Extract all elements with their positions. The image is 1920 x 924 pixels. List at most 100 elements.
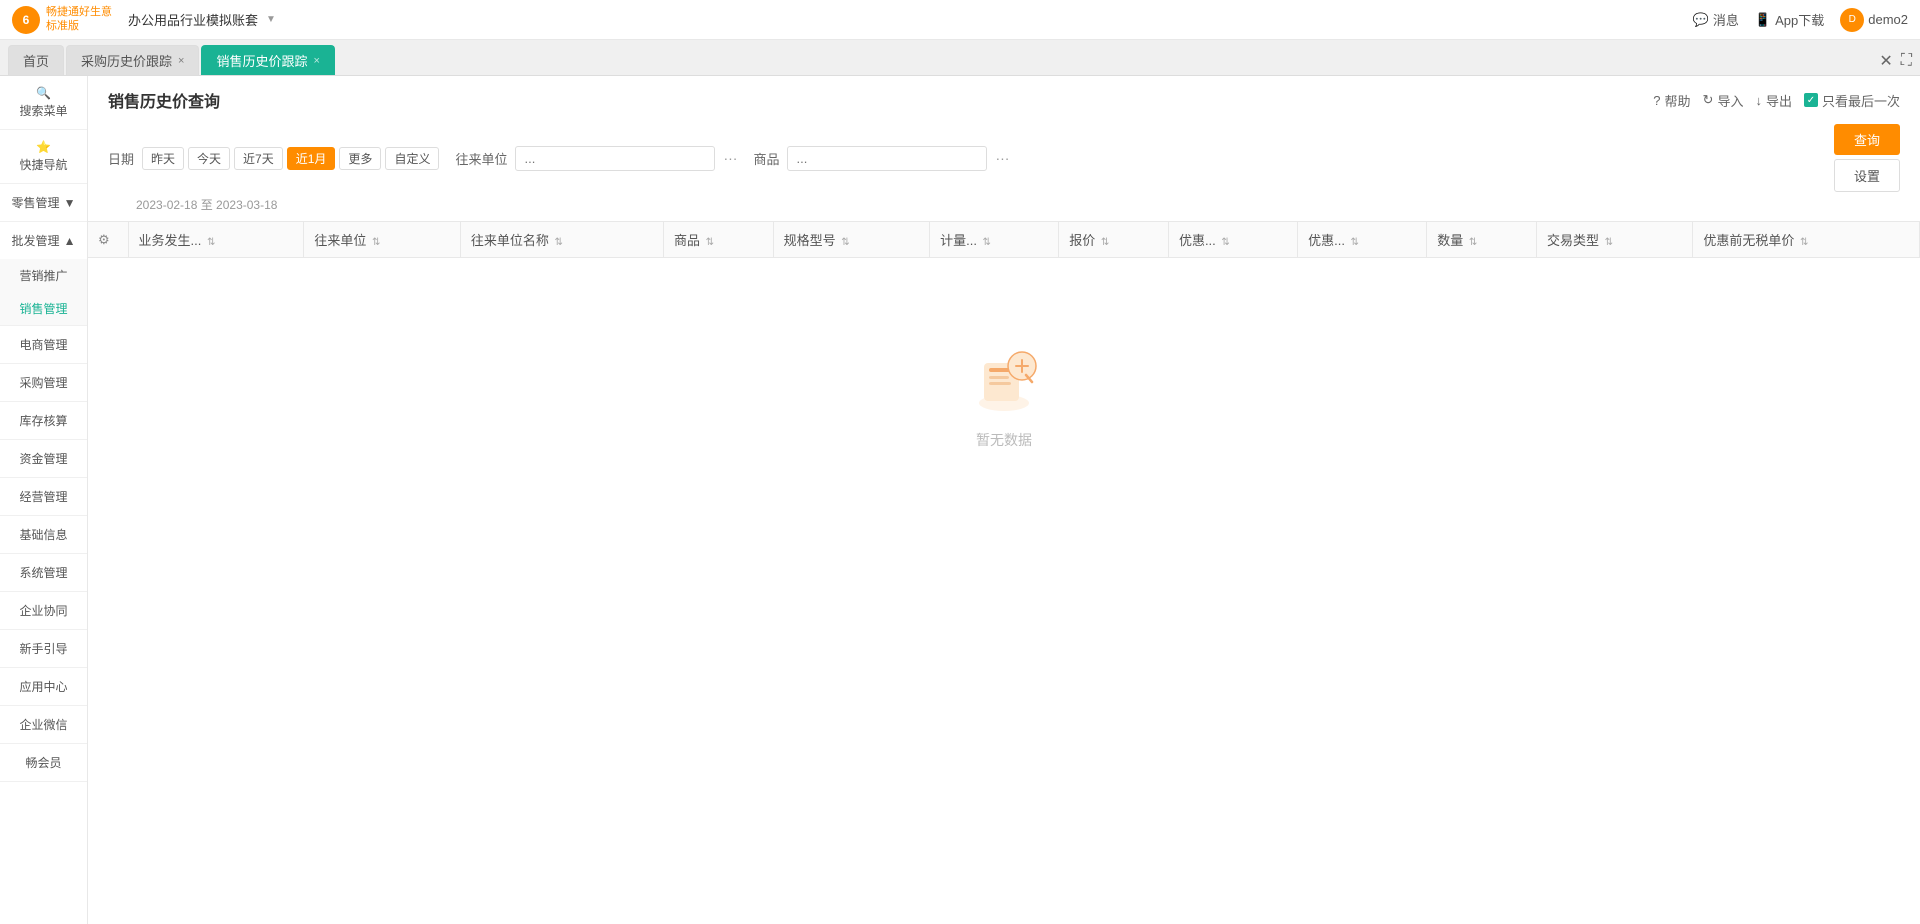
app-download-button[interactable]: 📱 App下载 bbox=[1755, 10, 1824, 29]
wholesale-expand-icon: ▲ bbox=[64, 234, 76, 248]
sidebar-retail-mgmt: 零售管理 ▼ bbox=[0, 184, 87, 222]
wholesale-submenu: 营销推广 销售管理 bbox=[0, 259, 87, 325]
top-bar-left: 6 畅捷通好生意 标准版 办公用品行业模拟账套 ▼ bbox=[12, 6, 276, 34]
sidebar-item-basic-info[interactable]: 基础信息 bbox=[0, 516, 87, 554]
import-button[interactable]: ↻ 导入 bbox=[1703, 91, 1744, 110]
sidebar-item-quick-nav[interactable]: ⭐ 快捷导航 bbox=[0, 130, 87, 184]
tab-close-all-button[interactable]: ✕ bbox=[1879, 51, 1892, 71]
only-last-checkbox[interactable]: ✓ bbox=[1804, 93, 1818, 107]
partner-filter-group: 往来单位 ··· bbox=[455, 146, 737, 171]
date-btn-1month[interactable]: 近1月 bbox=[287, 147, 336, 170]
sidebar-item-search-menu[interactable]: 🔍 搜索菜单 bbox=[0, 76, 87, 130]
sidebar-item-finance-mgmt[interactable]: 资金管理 bbox=[0, 440, 87, 478]
sidebar-item-inventory-check[interactable]: 库存核算 bbox=[0, 402, 87, 440]
sort-partner-name-icon[interactable]: ⇅ bbox=[554, 237, 562, 248]
product-filter-group: 商品 ··· bbox=[753, 146, 1009, 171]
top-bar-right: 💬 消息 📱 App下载 D demo2 bbox=[1693, 8, 1908, 32]
tab-expand-button[interactable]: ⛶ bbox=[1901, 52, 1912, 70]
th-discount2[interactable]: 优惠... ⇅ bbox=[1298, 222, 1427, 258]
page-title: 销售历史价查询 bbox=[108, 88, 220, 112]
sort-partner-icon[interactable]: ⇅ bbox=[372, 237, 380, 248]
sidebar: 🔍 搜索菜单 ⭐ 快捷导航 零售管理 ▼ 批发管理 ▲ 营销推广 销售管理 电商… bbox=[0, 76, 88, 924]
tab-purchase-history[interactable]: 采购历史价跟踪 × bbox=[66, 45, 199, 75]
sort-unit-icon[interactable]: ⇅ bbox=[983, 237, 991, 248]
sort-pre-tax-icon[interactable]: ⇅ bbox=[1800, 237, 1808, 248]
th-biz-date[interactable]: 业务发生... ⇅ bbox=[128, 222, 304, 258]
tab-sales-history[interactable]: 销售历史价跟踪 × bbox=[201, 45, 334, 75]
tab-bar: 首页 采购历史价跟踪 × 销售历史价跟踪 × ✕ ⛶ bbox=[0, 40, 1920, 76]
date-label: 日期 bbox=[108, 149, 134, 168]
help-icon: ? bbox=[1653, 93, 1660, 108]
content-area: 销售历史价查询 ? 帮助 ↻ 导入 ↓ 导出 ✓ bbox=[88, 76, 1920, 924]
th-partner[interactable]: 往来单位 ⇅ bbox=[304, 222, 460, 258]
th-partner-name[interactable]: 往来单位名称 ⇅ bbox=[460, 222, 663, 258]
sort-biz-date-icon[interactable]: ⇅ bbox=[207, 237, 215, 248]
tab-close-purchase[interactable]: × bbox=[178, 55, 184, 67]
partner-expand-icon[interactable]: ··· bbox=[723, 150, 737, 166]
sidebar-item-purchase-mgmt[interactable]: 采购管理 bbox=[0, 364, 87, 402]
th-gear: ⚙ bbox=[88, 222, 128, 258]
sort-quantity-icon[interactable]: ⇅ bbox=[1469, 237, 1477, 248]
sort-discount1-icon[interactable]: ⇅ bbox=[1221, 237, 1229, 248]
retail-expand-icon: ▼ bbox=[64, 196, 76, 210]
empty-text: 暂无数据 bbox=[976, 430, 1032, 450]
filter-buttons: 查询 设置 bbox=[1834, 124, 1900, 192]
header-actions: ? 帮助 ↻ 导入 ↓ 导出 ✓ 只看最后一次 bbox=[1653, 91, 1900, 110]
sidebar-item-app-center[interactable]: 应用中心 bbox=[0, 668, 87, 706]
th-pre-tax[interactable]: 优惠前无税单价 ⇅ bbox=[1693, 222, 1920, 258]
tab-close-sales[interactable]: × bbox=[313, 55, 319, 67]
page-title-row: 销售历史价查询 ? 帮助 ↻ 导入 ↓ 导出 ✓ bbox=[108, 88, 1900, 112]
date-btn-yesterday[interactable]: 昨天 bbox=[142, 147, 184, 170]
settings-button[interactable]: 设置 bbox=[1834, 159, 1900, 192]
sort-trade-type-icon[interactable]: ⇅ bbox=[1605, 237, 1613, 248]
th-quantity[interactable]: 数量 ⇅ bbox=[1427, 222, 1537, 258]
sort-spec-icon[interactable]: ⇅ bbox=[841, 237, 849, 248]
date-buttons: 昨天 今天 近7天 近1月 更多 自定义 bbox=[142, 147, 439, 170]
message-button[interactable]: 💬 消息 bbox=[1693, 10, 1739, 29]
date-btn-7days[interactable]: 近7天 bbox=[234, 147, 283, 170]
logo-icon: 6 bbox=[12, 6, 40, 34]
sidebar-item-wholesale-mgmt[interactable]: 批发管理 ▲ bbox=[0, 222, 87, 259]
query-button[interactable]: 查询 bbox=[1834, 124, 1900, 155]
logo-text: 畅捷通好生意 标准版 bbox=[46, 6, 112, 32]
tab-home[interactable]: 首页 bbox=[8, 45, 64, 75]
export-button[interactable]: ↓ 导出 bbox=[1755, 91, 1792, 110]
th-quote[interactable]: 报价 ⇅ bbox=[1059, 222, 1169, 258]
sidebar-item-retail-mgmt[interactable]: 零售管理 ▼ bbox=[0, 184, 87, 221]
sidebar-item-operation-mgmt[interactable]: 经营管理 bbox=[0, 478, 87, 516]
th-discount1[interactable]: 优惠... ⇅ bbox=[1168, 222, 1297, 258]
user-menu[interactable]: D demo2 bbox=[1840, 8, 1908, 32]
only-last-checkbox-area[interactable]: ✓ 只看最后一次 bbox=[1804, 91, 1900, 110]
sort-discount2-icon[interactable]: ⇅ bbox=[1351, 237, 1359, 248]
sidebar-item-new-guide[interactable]: 新手引导 bbox=[0, 630, 87, 668]
th-unit[interactable]: 计量... ⇅ bbox=[930, 222, 1059, 258]
date-filter-group: 日期 昨天 今天 近7天 近1月 更多 自定义 bbox=[108, 147, 439, 170]
sidebar-item-enterprise-wechat[interactable]: 企业微信 bbox=[0, 706, 87, 744]
date-btn-more[interactable]: 更多 bbox=[339, 147, 381, 170]
tab-list: 首页 采购历史价跟踪 × 销售历史价跟踪 × bbox=[8, 45, 335, 75]
partner-input[interactable] bbox=[515, 146, 715, 171]
table-container: ⚙ 业务发生... ⇅ 往来单位 ⇅ 往来单位名称 ⇅ 商品 ⇅ bbox=[88, 222, 1920, 924]
th-trade-type[interactable]: 交易类型 ⇅ bbox=[1536, 222, 1692, 258]
date-btn-today[interactable]: 今天 bbox=[188, 147, 230, 170]
sidebar-item-sales-mgmt[interactable]: 销售管理 bbox=[0, 292, 87, 325]
empty-illustration bbox=[964, 338, 1044, 418]
sidebar-item-member[interactable]: 畅会员 bbox=[0, 744, 87, 782]
th-spec[interactable]: 规格型号 ⇅ bbox=[773, 222, 929, 258]
table-header: ⚙ 业务发生... ⇅ 往来单位 ⇅ 往来单位名称 ⇅ 商品 ⇅ bbox=[88, 222, 1920, 258]
product-input[interactable] bbox=[787, 146, 987, 171]
th-product[interactable]: 商品 ⇅ bbox=[663, 222, 773, 258]
quick-nav-icon: ⭐ bbox=[36, 140, 51, 154]
product-expand-icon[interactable]: ··· bbox=[995, 150, 1009, 166]
sidebar-item-marketing[interactable]: 营销推广 bbox=[0, 259, 87, 292]
table-gear-icon[interactable]: ⚙ bbox=[98, 232, 110, 247]
help-button[interactable]: ? 帮助 bbox=[1653, 91, 1690, 110]
sidebar-item-ecommerce-mgmt[interactable]: 电商管理 bbox=[0, 326, 87, 364]
sidebar-item-system-mgmt[interactable]: 系统管理 bbox=[0, 554, 87, 592]
sidebar-item-enterprise-agreement[interactable]: 企业协同 bbox=[0, 592, 87, 630]
date-btn-custom[interactable]: 自定义 bbox=[385, 147, 439, 170]
dropdown-arrow-icon[interactable]: ▼ bbox=[266, 14, 276, 25]
sort-product-icon[interactable]: ⇅ bbox=[706, 237, 714, 248]
tab-bar-actions: ✕ ⛶ bbox=[1879, 51, 1912, 75]
sort-quote-icon[interactable]: ⇅ bbox=[1101, 237, 1109, 248]
